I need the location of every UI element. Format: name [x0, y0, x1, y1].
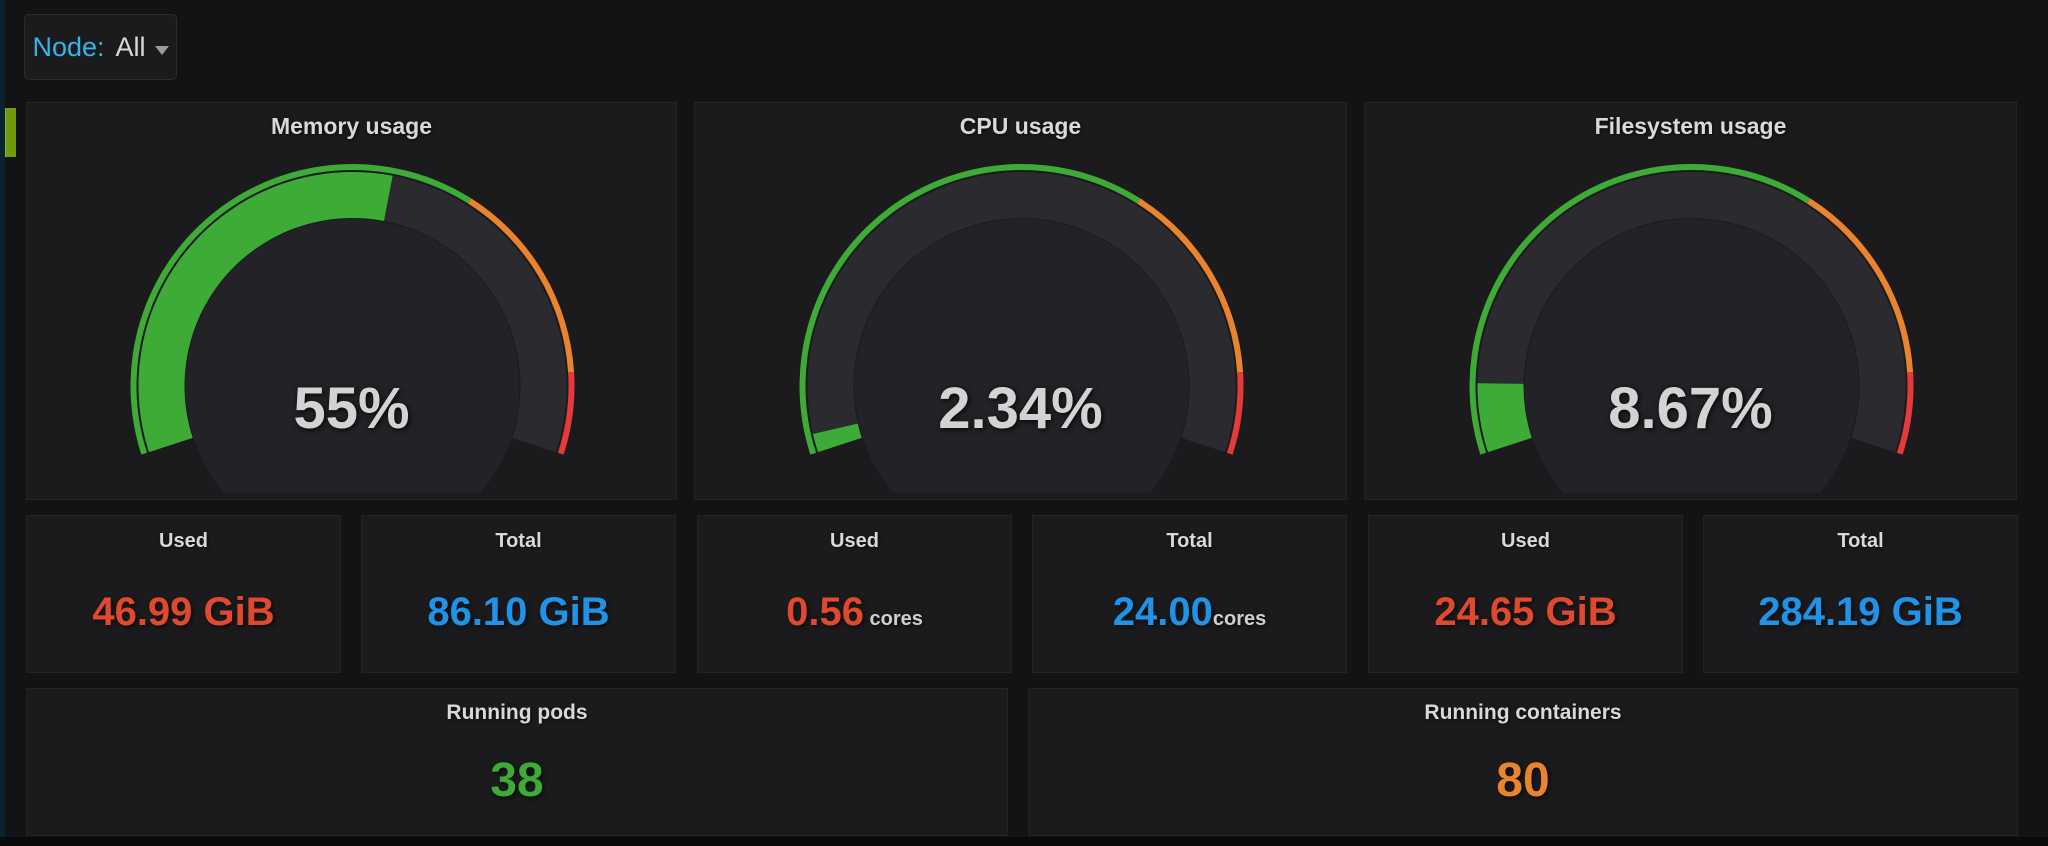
stat-value-wrap: 0.56 cores — [698, 553, 1011, 672]
stat-value: 46.99 GiB — [92, 590, 274, 635]
stat-suffix: cores — [864, 608, 923, 631]
stat-value: 0.56 cores — [786, 590, 923, 635]
stat-number: 86.10 GiB — [427, 590, 609, 635]
stat-number: 284.19 GiB — [1758, 590, 1963, 635]
stat-value-wrap: 24.65 GiB — [1369, 553, 1682, 672]
gauge-value: 2.34% — [695, 375, 1346, 442]
panel-title[interactable]: Used — [1369, 516, 1682, 553]
node-variable-selected: All — [116, 32, 146, 63]
panel-title[interactable]: Total — [1033, 516, 1346, 553]
counter-value-wrap: 38 — [27, 725, 1007, 835]
node-variable-value[interactable]: All — [116, 32, 169, 63]
panel-title[interactable]: CPU usage — [695, 103, 1346, 140]
stat-number: 0.56 — [786, 590, 864, 635]
stat-value-wrap: 46.99 GiB — [27, 553, 340, 672]
counter-value: 38 — [490, 753, 543, 808]
stat-value: 24.65 GiB — [1434, 590, 1616, 635]
stat-number: 24.65 GiB — [1434, 590, 1616, 635]
stat-value-wrap: 86.10 GiB — [362, 553, 675, 672]
chevron-down-icon — [155, 46, 169, 55]
panel-memory-used: Used 46.99 GiB — [26, 515, 341, 673]
stat-value: 86.10 GiB — [427, 590, 609, 635]
panel-filesystem-total: Total 284.19 GiB — [1703, 515, 2018, 673]
stat-suffix: cores — [1213, 608, 1266, 631]
counter-value: 80 — [1496, 753, 1549, 808]
panel-memory-total: Total 86.10 GiB — [361, 515, 676, 673]
panel-running-pods: Running pods 38 — [26, 688, 1008, 836]
stat-value-wrap: 284.19 GiB — [1704, 553, 2017, 672]
stat-number: 46.99 GiB — [92, 590, 274, 635]
panel-running-containers: Running containers 80 — [1028, 688, 2018, 836]
panel-filesystem-usage: Filesystem usage 8.67% — [1364, 102, 2017, 500]
panel-memory-usage: Memory usage 55% — [26, 102, 677, 500]
panel-title[interactable]: Memory usage — [27, 103, 676, 140]
stat-number: 24.00 — [1113, 590, 1213, 635]
panel-title[interactable]: Used — [698, 516, 1011, 553]
panel-title[interactable]: Running pods — [27, 689, 1007, 725]
panel-title[interactable]: Filesystem usage — [1365, 103, 2016, 140]
gauge-value: 55% — [27, 375, 676, 442]
stat-value-wrap: 24.00 cores — [1033, 553, 1346, 672]
panel-title[interactable]: Total — [1704, 516, 2017, 553]
stat-value: 24.00 cores — [1113, 590, 1266, 635]
counter-value-wrap: 80 — [1029, 725, 2017, 835]
gauge-value: 8.67% — [1365, 375, 2016, 442]
panel-title[interactable]: Total — [362, 516, 675, 553]
stat-value: 284.19 GiB — [1758, 590, 1963, 635]
panel-title[interactable]: Used — [27, 516, 340, 553]
node-variable-label: Node: — [32, 32, 104, 63]
bottom-bar — [0, 837, 2048, 846]
panel-filesystem-used: Used 24.65 GiB — [1368, 515, 1683, 673]
panel-cpu-usage: CPU usage 2.34% — [694, 102, 1347, 500]
node-variable-dropdown[interactable]: Node: All — [24, 14, 177, 80]
panel-cpu-used: Used 0.56 cores — [697, 515, 1012, 673]
panel-title[interactable]: Running containers — [1029, 689, 2017, 725]
panel-cpu-total: Total 24.00 cores — [1032, 515, 1347, 673]
row-collapse-handle[interactable] — [5, 108, 16, 157]
